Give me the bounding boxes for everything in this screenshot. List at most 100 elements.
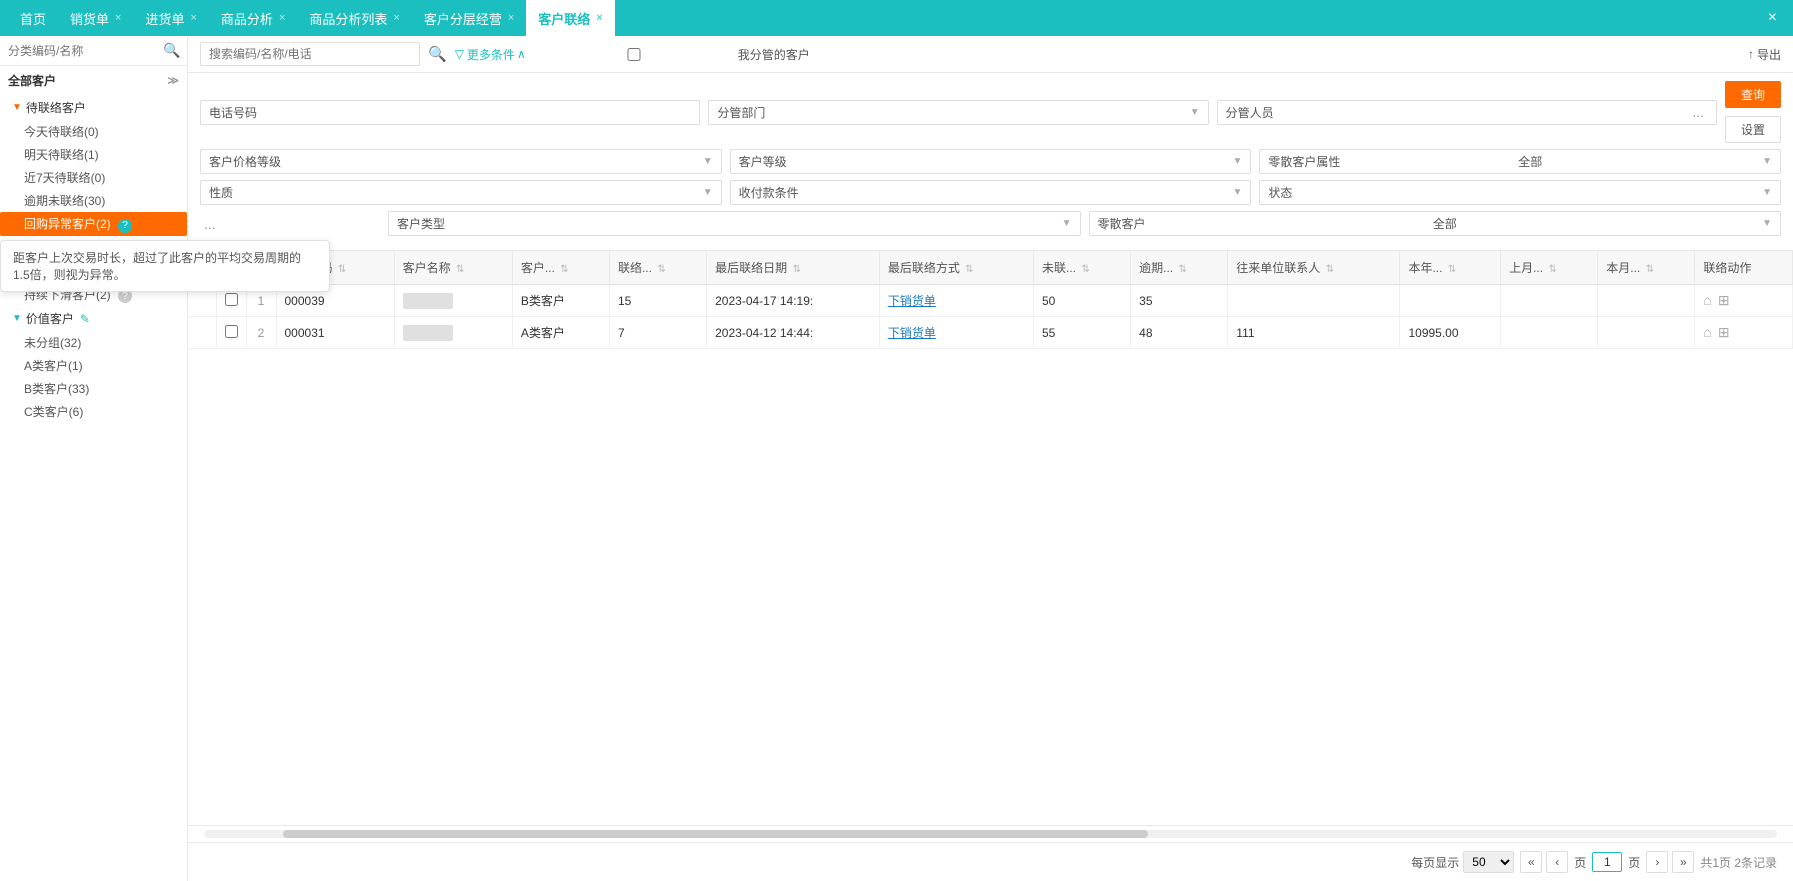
sidebar-item-7days[interactable]: 近7天待联络(0) — [0, 166, 187, 189]
sidebar-item-repurchase-abnormal[interactable]: 回购异常客户(2) ? — [0, 212, 187, 236]
action-grid-icon[interactable]: ⊞ — [1718, 324, 1730, 341]
sidebar-search-icon[interactable]: 🔍 — [163, 42, 180, 59]
filter-customer-level[interactable]: 客户等级 ▼ — [730, 149, 1252, 174]
sidebar-group-value[interactable]: ▼ 价值客户 ✎ — [0, 306, 187, 331]
sidebar-search-input[interactable] — [8, 44, 163, 58]
retail-customer-arrow: ▼ — [1762, 218, 1772, 229]
row-overdue: 48 — [1131, 317, 1228, 349]
export-button[interactable]: ↑ 导出 — [1748, 46, 1781, 63]
content-area: 🔍 ▽ 更多条件 ∧ 我分管的客户 ↑ 导出 电话号码 分管 — [188, 36, 1793, 881]
filter-icon: ▽ — [455, 47, 464, 61]
filter-gender[interactable]: 性质 ▼ — [200, 180, 722, 205]
sidebar-item-tomorrow[interactable]: 明天待联络(1) — [0, 143, 187, 166]
sort-customer-code[interactable]: ⇅ — [338, 264, 346, 275]
sidebar-item-ungrouped[interactable]: 未分组(32) — [0, 331, 187, 354]
tab-product-analysis[interactable]: 商品分析 × — [209, 0, 297, 36]
sort-overdue[interactable]: ⇅ — [1179, 264, 1187, 275]
sort-unread[interactable]: ⇅ — [1081, 264, 1089, 275]
value-triangle-icon: ▼ — [12, 313, 22, 324]
window-close-button[interactable]: × — [1760, 0, 1785, 36]
filter-customer-type[interactable]: 客户类型 ▼ — [388, 211, 1081, 236]
filter-price-level[interactable]: 客户价格等级 ▼ — [200, 149, 722, 174]
manager-dots[interactable]: ... — [1688, 104, 1708, 120]
value-group-edit-icon[interactable]: ✎ — [80, 312, 90, 326]
col-this-year: 本年... ⇅ — [1400, 251, 1501, 285]
sort-last-month[interactable]: ⇅ — [1548, 264, 1556, 275]
filter-phone[interactable]: 电话号码 — [200, 100, 700, 125]
sidebar-item-c-class[interactable]: C类客户(6) — [0, 400, 187, 423]
query-button[interactable]: 查询 — [1725, 81, 1781, 108]
sort-customer-name[interactable]: ⇅ — [456, 264, 464, 275]
sort-customer-level[interactable]: ⇅ — [560, 264, 568, 275]
scroll-track[interactable] — [204, 830, 1777, 838]
search-input[interactable] — [200, 42, 420, 66]
customer-name-placeholder — [403, 325, 453, 341]
filter-retail-customer[interactable]: 零散客户 全部 ▼ — [1089, 211, 1782, 236]
tab-purchase[interactable]: 进货单 × — [133, 0, 208, 36]
row-this-month — [1598, 285, 1695, 317]
my-customer-checkbox[interactable]: 我分管的客户 — [534, 46, 810, 63]
filter-bar: 🔍 ▽ 更多条件 ∧ 我分管的客户 ↑ 导出 — [188, 36, 1793, 73]
filter-payment[interactable]: 收付款条件 ▼ — [730, 180, 1252, 205]
bottom-scrollbar[interactable] — [188, 825, 1793, 842]
col-this-month: 本月... ⇅ — [1598, 251, 1695, 285]
row-action: ⌂ ⊞ — [1695, 285, 1793, 317]
sort-last-contact-method[interactable]: ⇅ — [965, 264, 973, 275]
row-last-contact-date: 2023-04-12 14:44: — [707, 317, 880, 349]
close-tab-product-analysis-list[interactable]: × — [393, 12, 399, 24]
filter-row-1: 电话号码 分管部门 ▼ 分管人员 ... 查询 设置 — [200, 81, 1781, 143]
sidebar-group-pending[interactable]: ▼ 待联络客户 — [0, 95, 187, 120]
my-customer-check[interactable] — [534, 48, 734, 61]
filter-department[interactable]: 分管部门 ▼ — [708, 100, 1208, 125]
first-page-button[interactable]: « — [1520, 851, 1542, 873]
col-customer-level: 客户... ⇅ — [512, 251, 609, 285]
close-tab-customer-tier[interactable]: × — [508, 12, 514, 24]
tab-home[interactable]: 首页 — [8, 0, 58, 36]
sidebar-all-customers[interactable]: 全部客户 ≫ — [0, 66, 187, 95]
row-contact-count: 15 — [609, 285, 706, 317]
sort-contact-count[interactable]: ⇅ — [657, 264, 665, 275]
sort-this-year[interactable]: ⇅ — [1448, 264, 1456, 275]
filter-status[interactable]: 状态 ▼ — [1259, 180, 1781, 205]
action-grid-icon[interactable]: ⊞ — [1718, 292, 1730, 309]
gender-arrow: ▼ — [703, 187, 713, 198]
close-tab-product-analysis[interactable]: × — [279, 12, 285, 24]
sidebar-item-today[interactable]: 今天待联络(0) — [0, 120, 187, 143]
repurchase-info-icon[interactable]: ? — [118, 219, 132, 233]
per-page-select[interactable]: 50 20 100 — [1463, 851, 1514, 873]
row-checkbox[interactable] — [216, 317, 246, 349]
row-this-year: 10995.00 — [1400, 317, 1501, 349]
tab-customer-contact[interactable]: 客户联络 × — [526, 0, 614, 36]
current-page-input[interactable] — [1592, 852, 1622, 872]
action-link-icon[interactable]: ⌂ — [1703, 292, 1711, 309]
sidebar-item-overdue[interactable]: 逾期未联络(30) — [0, 189, 187, 212]
next-page-button[interactable]: › — [1646, 851, 1668, 873]
tab-product-analysis-list[interactable]: 商品分析列表 × — [297, 0, 411, 36]
table-area: ⚙ 客户编码 ⇅ 客户名称 ⇅ — [188, 251, 1793, 825]
close-tab-sales[interactable]: × — [115, 12, 121, 24]
close-tab-purchase[interactable]: × — [190, 12, 196, 24]
search-button[interactable]: 🔍 — [428, 45, 447, 63]
tab-sales[interactable]: 销货单 × — [58, 0, 133, 36]
sidebar-item-b-class[interactable]: B类客户(33) — [0, 377, 187, 400]
prev-page-button[interactable]: ‹ — [1546, 851, 1568, 873]
row-last-contact-method[interactable]: 下销货单 — [879, 285, 1033, 317]
scroll-thumb[interactable] — [283, 830, 1148, 838]
close-tab-customer-contact[interactable]: × — [596, 12, 602, 24]
last-page-button[interactable]: » — [1672, 851, 1694, 873]
row-last-month — [1501, 285, 1598, 317]
more-conditions-button[interactable]: ▽ 更多条件 ∧ — [455, 46, 526, 63]
filter-manager[interactable]: 分管人员 ... — [1217, 100, 1717, 125]
setting-button[interactable]: 设置 — [1725, 116, 1781, 143]
action-link-icon[interactable]: ⌂ — [1703, 324, 1711, 341]
sidebar-item-a-class[interactable]: A类客户(1) — [0, 354, 187, 377]
sort-unit-contact[interactable]: ⇅ — [1326, 264, 1334, 275]
tab-customer-tier[interactable]: 客户分层经营 × — [412, 0, 526, 36]
row-last-contact-method[interactable]: 下销货单 — [879, 317, 1033, 349]
sort-last-contact-date[interactable]: ⇅ — [792, 264, 800, 275]
col-last-month: 上月... ⇅ — [1501, 251, 1598, 285]
row4-dots[interactable]: ... — [200, 216, 220, 232]
filter-retail-attr[interactable]: 零散客户属性 全部 ▼ — [1259, 149, 1781, 174]
sort-this-month[interactable]: ⇅ — [1646, 264, 1654, 275]
col-unread: 未联... ⇅ — [1033, 251, 1130, 285]
